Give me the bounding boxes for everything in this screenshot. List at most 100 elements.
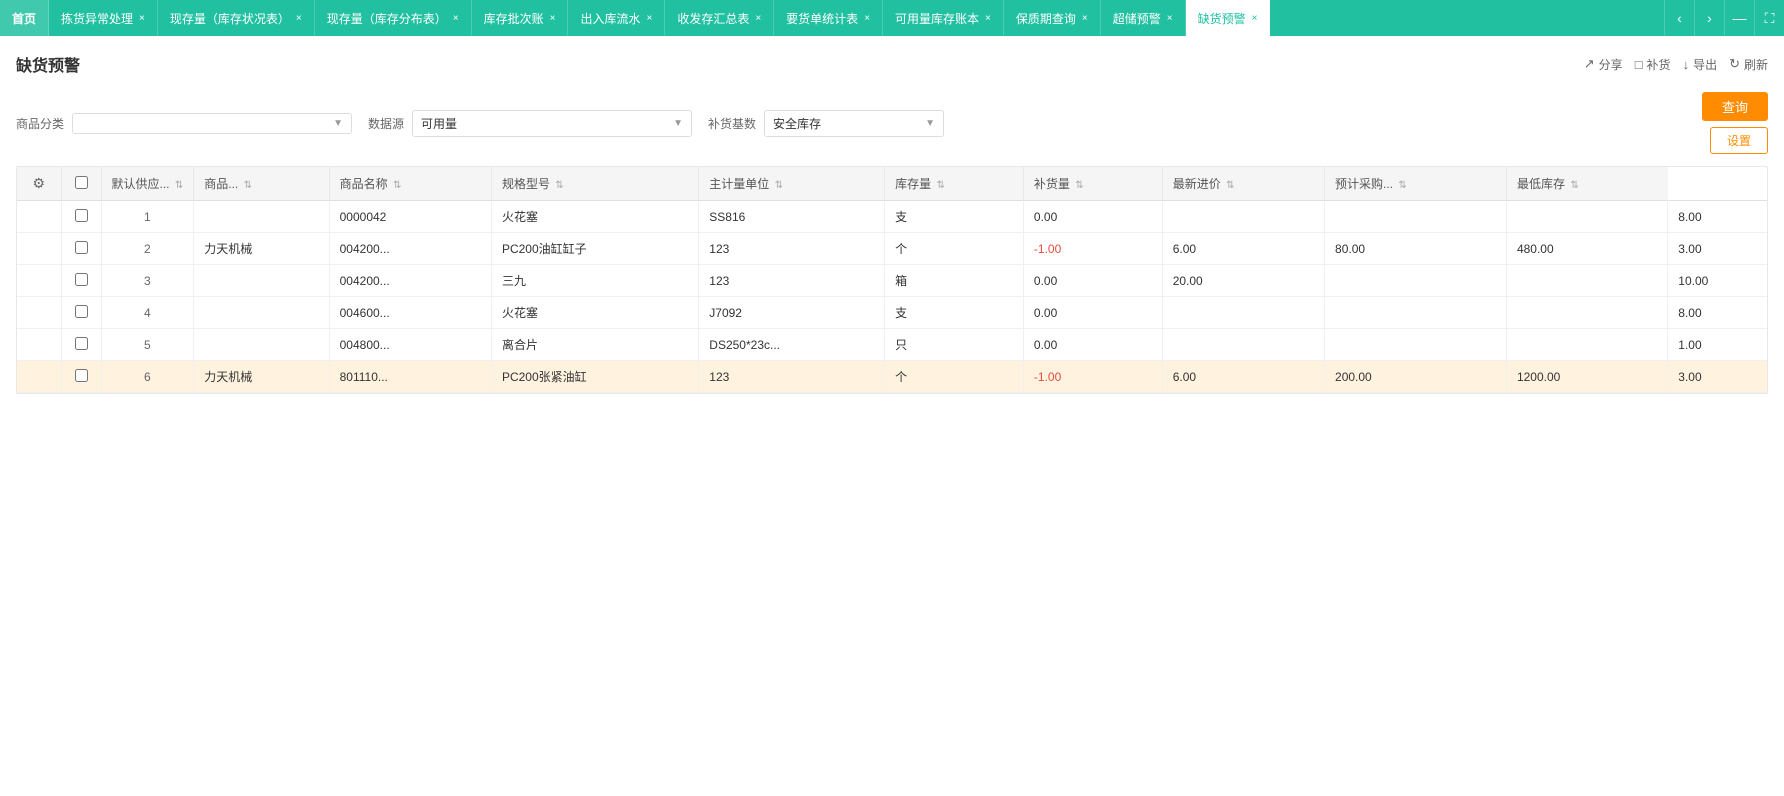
row-checkbox-4[interactable] [75, 305, 88, 318]
tab-inventory-dist[interactable]: 现存量（库存分布表） × [315, 0, 472, 36]
sort-unit-icon[interactable]: ⇅ [775, 180, 783, 191]
tab-inventory-dist-close[interactable]: × [453, 13, 459, 24]
tab-batch-account[interactable]: 库存批次账 × [472, 0, 569, 36]
row-unit-5: 只 [885, 329, 1024, 361]
nav-expand-button[interactable]: ⛶ [1754, 0, 1784, 36]
column-settings-button[interactable]: ⚙ [32, 175, 45, 192]
row-supplement-qty-4 [1162, 297, 1324, 329]
row-supplement-qty-3: 20.00 [1162, 265, 1324, 297]
tab-home[interactable]: 首页 [0, 0, 49, 36]
nav-prev-button[interactable]: ‹ [1664, 0, 1694, 36]
row-checkbox-cell [61, 297, 101, 329]
row-spec-6: 123 [699, 361, 885, 393]
datasource-filter-group: 数据源 可用量 ▼ [368, 110, 692, 137]
row-supplier-2: 力天机械 [194, 233, 329, 265]
row-est-purchase-3 [1506, 265, 1667, 297]
category-select[interactable]: ▼ [72, 113, 352, 134]
share-icon: ↗ [1584, 56, 1595, 72]
header-actions: ↗ 分享 □ 补货 ↓ 导出 ↻ 刷新 [1584, 56, 1768, 73]
top-navigation: 首页 拣货异常处理 × 现存量（库存状况表） × 现存量（库存分布表） × 库存… [0, 0, 1784, 36]
row-checkbox-3[interactable] [75, 273, 88, 286]
export-action[interactable]: ↓ 导出 [1683, 56, 1718, 73]
page-container: 缺货预警 ↗ 分享 □ 补货 ↓ 导出 ↻ 刷新 商品分类 [0, 36, 1784, 796]
row-checkbox-cell [61, 361, 101, 393]
row-index-4: 4 [101, 297, 194, 329]
tab-receipt-summary-close[interactable]: × [755, 13, 761, 24]
sort-min-stock-icon[interactable]: ⇅ [1570, 180, 1578, 191]
tab-receipt-summary-label: 收发存汇总表 [677, 10, 749, 27]
row-index-1: 1 [101, 201, 194, 233]
row-checkbox-2[interactable] [75, 241, 88, 254]
supplement-base-select[interactable]: 安全库存 ▼ [764, 110, 944, 137]
tab-inventory-status-close[interactable]: × [296, 13, 302, 24]
tab-exception-close[interactable]: × [139, 13, 145, 24]
nav-minimize-button[interactable]: — [1724, 0, 1754, 36]
tab-receipt-summary[interactable]: 收发存汇总表 × [665, 0, 774, 36]
supplement-action[interactable]: □ 补货 [1635, 56, 1671, 73]
sort-product-code-icon[interactable]: ⇅ [244, 180, 252, 191]
category-chevron-icon: ▼ [333, 118, 343, 129]
tab-overstock-close[interactable]: × [1167, 13, 1173, 24]
share-action[interactable]: ↗ 分享 [1584, 56, 1623, 73]
row-stock-qty-6: -1.00 [1023, 361, 1162, 393]
tab-inventory-status[interactable]: 现存量（库存状况表） × [158, 0, 315, 36]
category-filter-group: 商品分类 ▼ [16, 113, 352, 134]
sort-stock-qty-icon[interactable]: ⇅ [937, 180, 945, 191]
row-checkbox-1[interactable] [75, 209, 88, 222]
tab-available-ledger-close[interactable]: × [985, 13, 991, 24]
sort-est-purchase-icon[interactable]: ⇅ [1398, 180, 1406, 191]
row-checkbox-cell [61, 265, 101, 297]
nav-next-button[interactable]: › [1694, 0, 1724, 36]
settings-button[interactable]: 设置 [1710, 127, 1768, 154]
row-product-code-5: 004800... [329, 329, 491, 361]
sort-latest-price-icon[interactable]: ⇅ [1226, 180, 1234, 191]
row-stock-qty-3: 0.00 [1023, 265, 1162, 297]
tab-demand-stat[interactable]: 要货单统计表 × [774, 0, 883, 36]
tab-shortage[interactable]: 缺货预警 × [1186, 0, 1271, 36]
row-est-purchase-5 [1506, 329, 1667, 361]
tab-overstock[interactable]: 超储预警 × [1101, 0, 1186, 36]
table-container: ⚙ 默认供应... ⇅ 商品... ⇅ 商品名称 ⇅ [16, 166, 1768, 394]
row-min-stock-2: 3.00 [1668, 233, 1767, 265]
row-index-6: 6 [101, 361, 194, 393]
tab-inout-flow[interactable]: 出入库流水 × [568, 0, 665, 36]
sort-spec-icon[interactable]: ⇅ [555, 180, 563, 191]
row-supplier-6: 力天机械 [194, 361, 329, 393]
row-checkbox-cell [61, 201, 101, 233]
query-button[interactable]: 查询 [1702, 92, 1768, 121]
row-checkbox-cell [61, 329, 101, 361]
row-latest-price-2: 80.00 [1325, 233, 1507, 265]
sort-product-name-icon[interactable]: ⇅ [393, 180, 401, 191]
row-unit-4: 支 [885, 297, 1024, 329]
tab-inout-flow-close[interactable]: × [646, 13, 652, 24]
refresh-action[interactable]: ↻ 刷新 [1729, 56, 1768, 73]
tab-expiry-query[interactable]: 保质期查询 × [1004, 0, 1101, 36]
tab-demand-stat-close[interactable]: × [864, 13, 870, 24]
row-product-code-3: 004200... [329, 265, 491, 297]
tab-shortage-label: 缺货预警 [1198, 10, 1246, 27]
tab-exception[interactable]: 拣货异常处理 × [49, 0, 158, 36]
tab-available-ledger-label: 可用量库存账本 [895, 10, 979, 27]
row-checkbox-6[interactable] [75, 369, 88, 382]
sort-supplement-qty-icon[interactable]: ⇅ [1075, 180, 1083, 191]
tab-shortage-close[interactable]: × [1252, 13, 1258, 24]
row-index-2: 2 [101, 233, 194, 265]
datasource-select[interactable]: 可用量 ▼ [412, 110, 692, 137]
tab-available-ledger[interactable]: 可用量库存账本 × [883, 0, 1004, 36]
refresh-label: 刷新 [1744, 56, 1768, 73]
col-header-product-name: 商品名称 ⇅ [329, 167, 491, 201]
tab-batch-account-close[interactable]: × [550, 13, 556, 24]
sort-default-supplier-icon[interactable]: ⇅ [175, 180, 183, 191]
row-stock-qty-4: 0.00 [1023, 297, 1162, 329]
select-all-checkbox[interactable] [75, 176, 88, 189]
row-stock-qty-2: -1.00 [1023, 233, 1162, 265]
page-title: 缺货预警 [16, 52, 80, 76]
tab-expiry-query-close[interactable]: × [1082, 13, 1088, 24]
filter-right-actions: 查询 设置 [1702, 92, 1768, 154]
row-checkbox-5[interactable] [75, 337, 88, 350]
row-latest-price-4 [1325, 297, 1507, 329]
row-gear-cell [17, 361, 61, 393]
tab-overstock-label: 超储预警 [1113, 10, 1161, 27]
row-spec-3: 123 [699, 265, 885, 297]
row-supplier-5 [194, 329, 329, 361]
